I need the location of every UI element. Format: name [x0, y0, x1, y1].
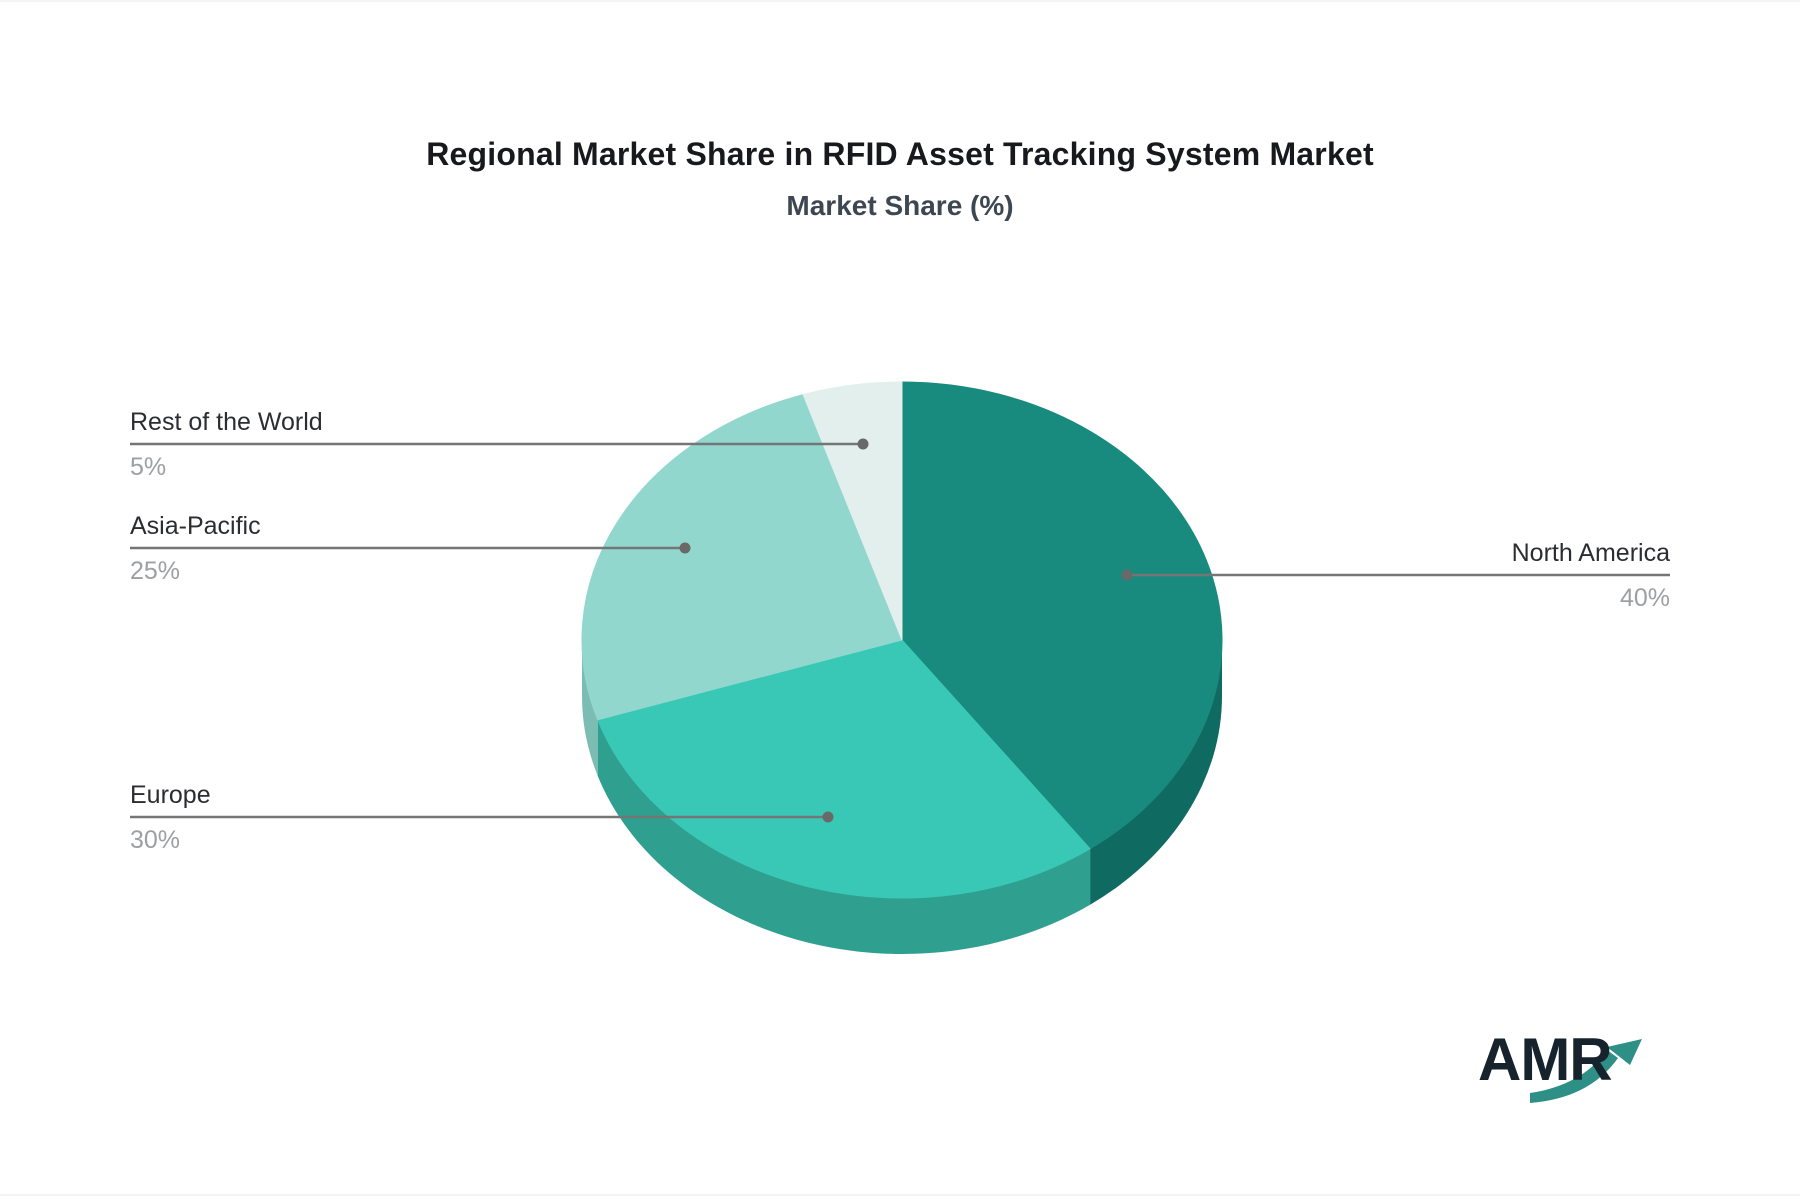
- slice-value-rest-of-the-world: 5%: [130, 453, 167, 481]
- slice-value-europe: 30%: [130, 826, 181, 854]
- leader-dot-north-america: [1121, 569, 1133, 581]
- slice-label-rest-of-the-world: Rest of the World: [130, 408, 323, 436]
- slice-label-europe: Europe: [130, 781, 211, 809]
- amr-logo: AMR: [1478, 1030, 1668, 1120]
- leader-dot-rest-of-the-world: [857, 438, 869, 450]
- slice-value-north-america: 40%: [1619, 584, 1670, 612]
- leader-dot-europe: [822, 811, 834, 823]
- logo-text: AMR: [1478, 1026, 1613, 1093]
- slice-label-asia-pacific: Asia-Pacific: [130, 512, 261, 540]
- slice-value-asia-pacific: 25%: [130, 557, 181, 585]
- leader-dot-asia-pacific: [679, 542, 691, 554]
- pie-chart: [130, 381, 1670, 955]
- chart-canvas: Regional Market Share in RFID Asset Trac…: [0, 0, 1800, 1196]
- slice-label-north-america: North America: [1511, 539, 1670, 567]
